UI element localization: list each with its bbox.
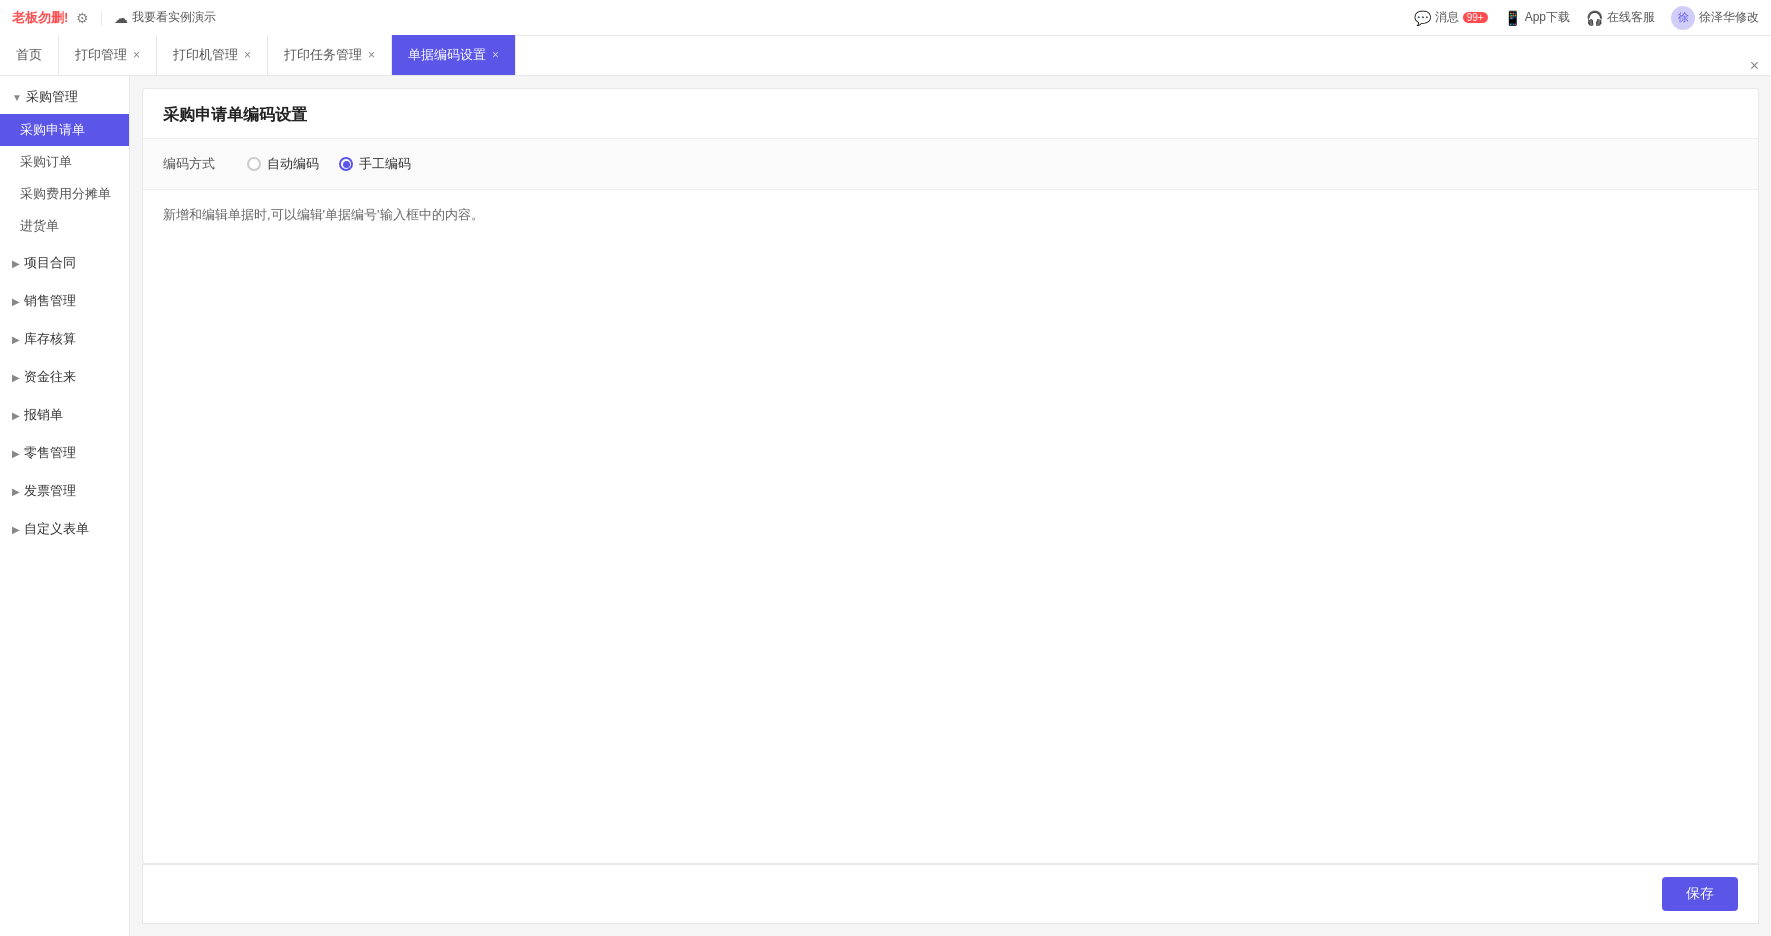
description-area: 新增和编辑单据时,可以编辑'单据编号'输入框中的内容。 <box>143 190 1758 240</box>
page-close-button[interactable]: × <box>1750 57 1771 75</box>
manual-code-radio[interactable]: 手工编码 <box>339 155 411 173</box>
avatar: 徐 <box>1671 6 1695 30</box>
inventory-arrow <box>12 334 20 345</box>
coding-label: 编码方式 <box>163 155 215 173</box>
tab-single-code[interactable]: 单据编码设置 × <box>392 35 516 75</box>
sidebar-group-inventory: 库存核算 <box>0 322 129 356</box>
tab-single-code-close[interactable]: × <box>492 48 499 62</box>
sidebar-item-purchase-bill[interactable]: 采购订单 <box>0 146 129 178</box>
sidebar-group-custom-form: 自定义表单 <box>0 512 129 546</box>
project-contract-arrow <box>12 258 20 269</box>
top-bar-right: 消息 99+ App下载 在线客服 徐 徐泽华修改 <box>1414 6 1759 30</box>
online-service-item[interactable]: 在线客服 <box>1586 9 1655 26</box>
custom-form-label: 自定义表单 <box>24 520 89 538</box>
retail-arrow <box>12 448 20 459</box>
page-title-bar: 采购申请单编码设置 <box>143 89 1758 139</box>
tab-printer-management-label: 打印机管理 <box>173 46 238 64</box>
settings-icon[interactable] <box>76 10 89 26</box>
invoice-label: 发票管理 <box>24 482 76 500</box>
bottom-bar: 保存 <box>142 864 1759 924</box>
content-inner: 采购申请单编码设置 编码方式 自动编码 手工编码 新增和 <box>142 88 1759 864</box>
auto-code-label: 自动编码 <box>267 155 319 173</box>
description-text: 新增和编辑单据时,可以编辑'单据编号'输入框中的内容。 <box>163 207 484 222</box>
sales-arrow <box>12 296 20 307</box>
sidebar-group-invoice: 发票管理 <box>0 474 129 508</box>
sidebar-group-retail-title[interactable]: 零售管理 <box>0 436 129 470</box>
message-label: 消息 <box>1435 9 1459 26</box>
sidebar-item-stock-in[interactable]: 进货单 <box>0 210 129 242</box>
message-badge: 99+ <box>1463 12 1488 23</box>
app-download-item[interactable]: App下载 <box>1504 9 1570 26</box>
sales-label: 销售管理 <box>24 292 76 310</box>
sidebar: 采购管理 采购申请单 采购订单 采购费用分摊单 进货单 项目合同 销售管理 库存… <box>0 76 130 936</box>
online-service-label: 在线客服 <box>1607 9 1655 26</box>
main-layout: 采购管理 采购申请单 采购订单 采购费用分摊单 进货单 项目合同 销售管理 库存… <box>0 76 1771 936</box>
top-bar-left: 老板勿删! 我要看实例演示 <box>12 9 216 27</box>
divider <box>101 10 102 26</box>
sidebar-item-purchase-expense[interactable]: 采购费用分摊单 <box>0 178 129 210</box>
sidebar-group-procurement: 采购管理 采购申请单 采购订单 采购费用分摊单 进货单 <box>0 80 129 242</box>
app-download-label: App下载 <box>1525 9 1570 26</box>
coding-section: 编码方式 自动编码 手工编码 <box>143 139 1758 190</box>
sidebar-group-retail: 零售管理 <box>0 436 129 470</box>
auto-code-radio[interactable]: 自动编码 <box>247 155 319 173</box>
returns-label: 报销单 <box>24 406 63 424</box>
content-area: 采购申请单编码设置 编码方式 自动编码 手工编码 新增和 <box>130 76 1771 936</box>
sidebar-group-sales: 销售管理 <box>0 284 129 318</box>
manual-code-label: 手工编码 <box>359 155 411 173</box>
tab-print-task[interactable]: 打印任务管理 × <box>268 35 392 75</box>
inventory-label: 库存核算 <box>24 330 76 348</box>
procurement-arrow <box>12 92 22 103</box>
capital-arrow <box>12 372 20 383</box>
app-icon <box>1504 10 1521 26</box>
tab-bar: 首页 打印管理 × 打印机管理 × 打印任务管理 × 单据编码设置 × × <box>0 36 1771 76</box>
returns-arrow <box>12 410 20 421</box>
page-title: 采购申请单编码设置 <box>163 106 307 123</box>
logo-text: 老板勿删! <box>12 9 68 27</box>
sidebar-group-invoice-title[interactable]: 发票管理 <box>0 474 129 508</box>
tab-print-management-close[interactable]: × <box>133 48 140 62</box>
sidebar-group-inventory-title[interactable]: 库存核算 <box>0 322 129 356</box>
invoice-arrow <box>12 486 20 497</box>
sidebar-group-project-contract-title[interactable]: 项目合同 <box>0 246 129 280</box>
tab-print-task-label: 打印任务管理 <box>284 46 362 64</box>
top-bar: 老板勿删! 我要看实例演示 消息 99+ App下载 在线客服 徐 徐泽华修改 <box>0 0 1771 36</box>
sidebar-group-project-contract: 项目合同 <box>0 246 129 280</box>
radio-group: 自动编码 手工编码 <box>247 155 411 173</box>
content-spacer <box>143 240 1758 863</box>
sidebar-group-sales-title[interactable]: 销售管理 <box>0 284 129 318</box>
auto-code-circle <box>247 157 261 171</box>
cloud-icon <box>114 10 128 26</box>
sidebar-group-returns: 报销单 <box>0 398 129 432</box>
sidebar-group-capital: 资金往来 <box>0 360 129 394</box>
message-icon <box>1414 10 1431 26</box>
manual-code-circle <box>339 157 353 171</box>
sidebar-group-returns-title[interactable]: 报销单 <box>0 398 129 432</box>
retail-label: 零售管理 <box>24 444 76 462</box>
custom-form-arrow <box>12 524 20 535</box>
sidebar-item-purchase-order[interactable]: 采购申请单 <box>0 114 129 146</box>
user-name: 徐泽华修改 <box>1699 9 1759 26</box>
project-contract-label: 项目合同 <box>24 254 76 272</box>
tab-single-code-label: 单据编码设置 <box>408 46 486 64</box>
service-icon <box>1586 10 1603 26</box>
demo-link[interactable]: 我要看实例演示 <box>114 9 216 26</box>
message-item[interactable]: 消息 99+ <box>1414 9 1488 26</box>
demo-label: 我要看实例演示 <box>132 9 216 26</box>
sidebar-group-capital-title[interactable]: 资金往来 <box>0 360 129 394</box>
tab-printer-management-close[interactable]: × <box>244 48 251 62</box>
tab-print-management-label: 打印管理 <box>75 46 127 64</box>
user-profile[interactable]: 徐 徐泽华修改 <box>1671 6 1759 30</box>
tab-home[interactable]: 首页 <box>0 35 59 75</box>
procurement-label: 采购管理 <box>26 88 78 106</box>
tab-print-management[interactable]: 打印管理 × <box>59 35 157 75</box>
tab-printer-management[interactable]: 打印机管理 × <box>157 35 268 75</box>
sidebar-group-custom-form-title[interactable]: 自定义表单 <box>0 512 129 546</box>
capital-label: 资金往来 <box>24 368 76 386</box>
sidebar-group-procurement-title[interactable]: 采购管理 <box>0 80 129 114</box>
tab-print-task-close[interactable]: × <box>368 48 375 62</box>
save-button[interactable]: 保存 <box>1662 877 1738 911</box>
tab-home-label: 首页 <box>16 46 42 64</box>
